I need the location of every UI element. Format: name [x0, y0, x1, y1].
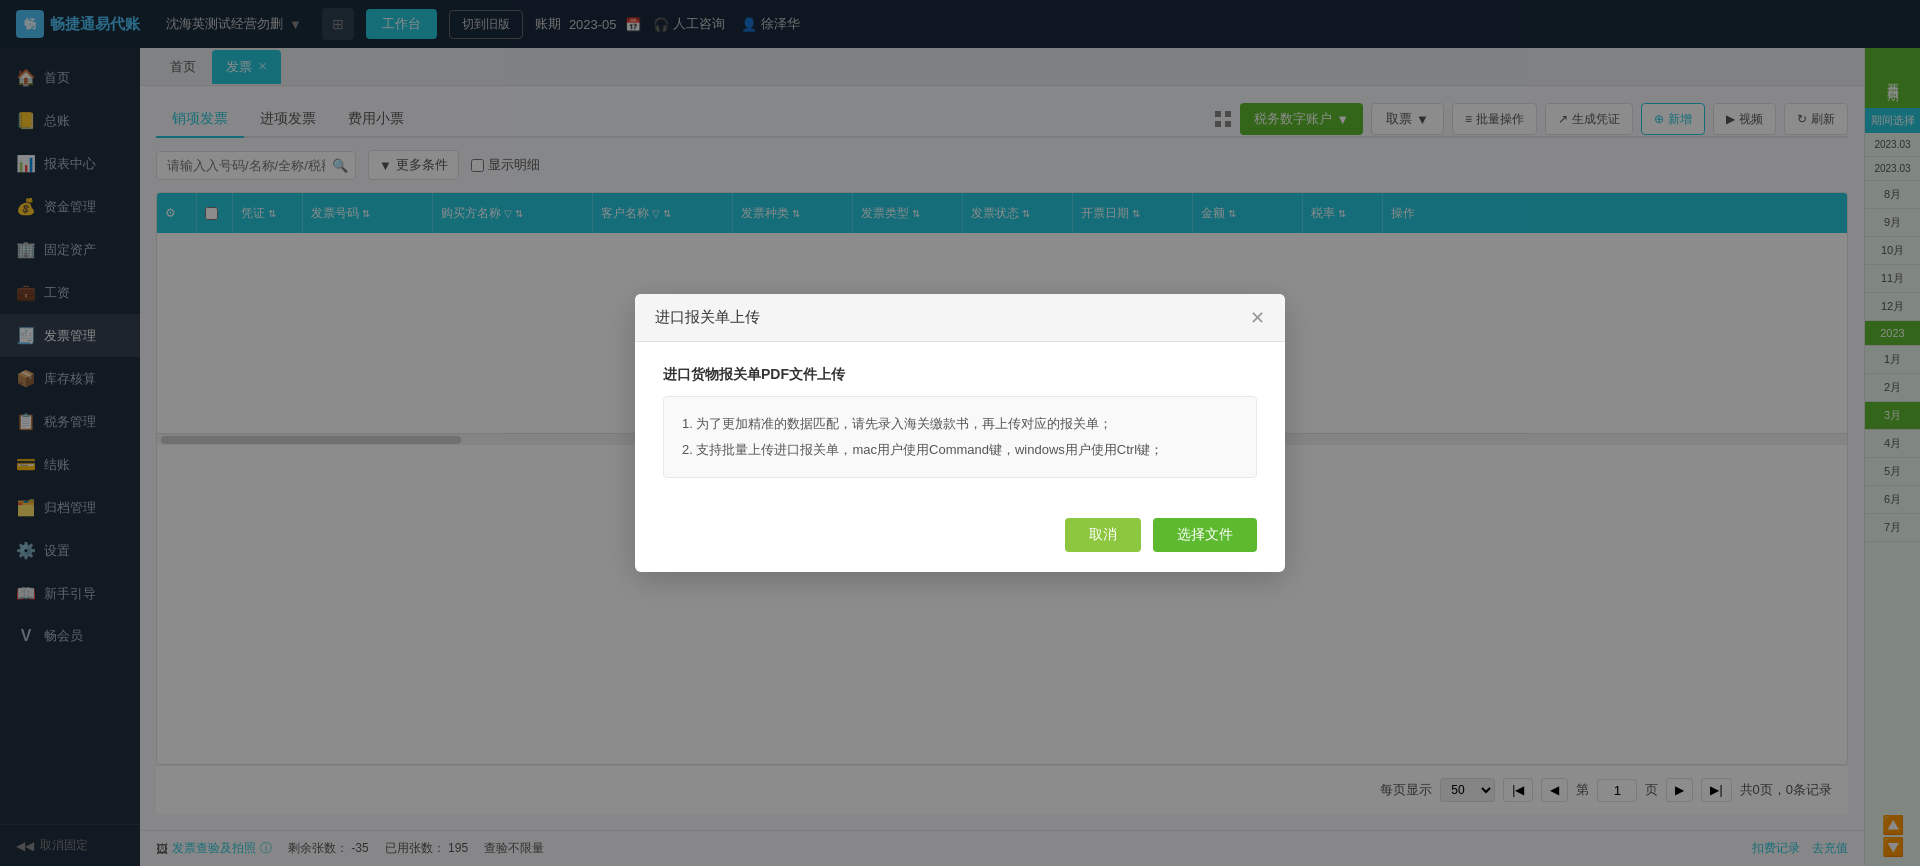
modal-header: 进口报关单上传 ✕ [635, 294, 1285, 342]
modal-tip-1: 1. 为了更加精准的数据匹配，请先录入海关缴款书，再上传对应的报关单； [682, 411, 1238, 437]
modal-footer: 取消 选择文件 [635, 502, 1285, 572]
import-customs-modal: 进口报关单上传 ✕ 进口货物报关单PDF文件上传 1. 为了更加精准的数据匹配，… [635, 294, 1285, 572]
modal-section-title: 进口货物报关单PDF文件上传 [663, 366, 1257, 384]
modal-title: 进口报关单上传 [655, 308, 760, 327]
modal-body: 进口货物报关单PDF文件上传 1. 为了更加精准的数据匹配，请先录入海关缴款书，… [635, 342, 1285, 502]
modal-close-button[interactable]: ✕ [1250, 309, 1265, 327]
modal-info-box: 1. 为了更加精准的数据匹配，请先录入海关缴款书，再上传对应的报关单； 2. 支… [663, 396, 1257, 478]
modal-select-file-button[interactable]: 选择文件 [1153, 518, 1257, 552]
modal-overlay[interactable]: 进口报关单上传 ✕ 进口货物报关单PDF文件上传 1. 为了更加精准的数据匹配，… [0, 0, 1920, 866]
modal-cancel-button[interactable]: 取消 [1065, 518, 1141, 552]
modal-tip-2: 2. 支持批量上传进口报关单，mac用户使用Command键，windows用户… [682, 437, 1238, 463]
